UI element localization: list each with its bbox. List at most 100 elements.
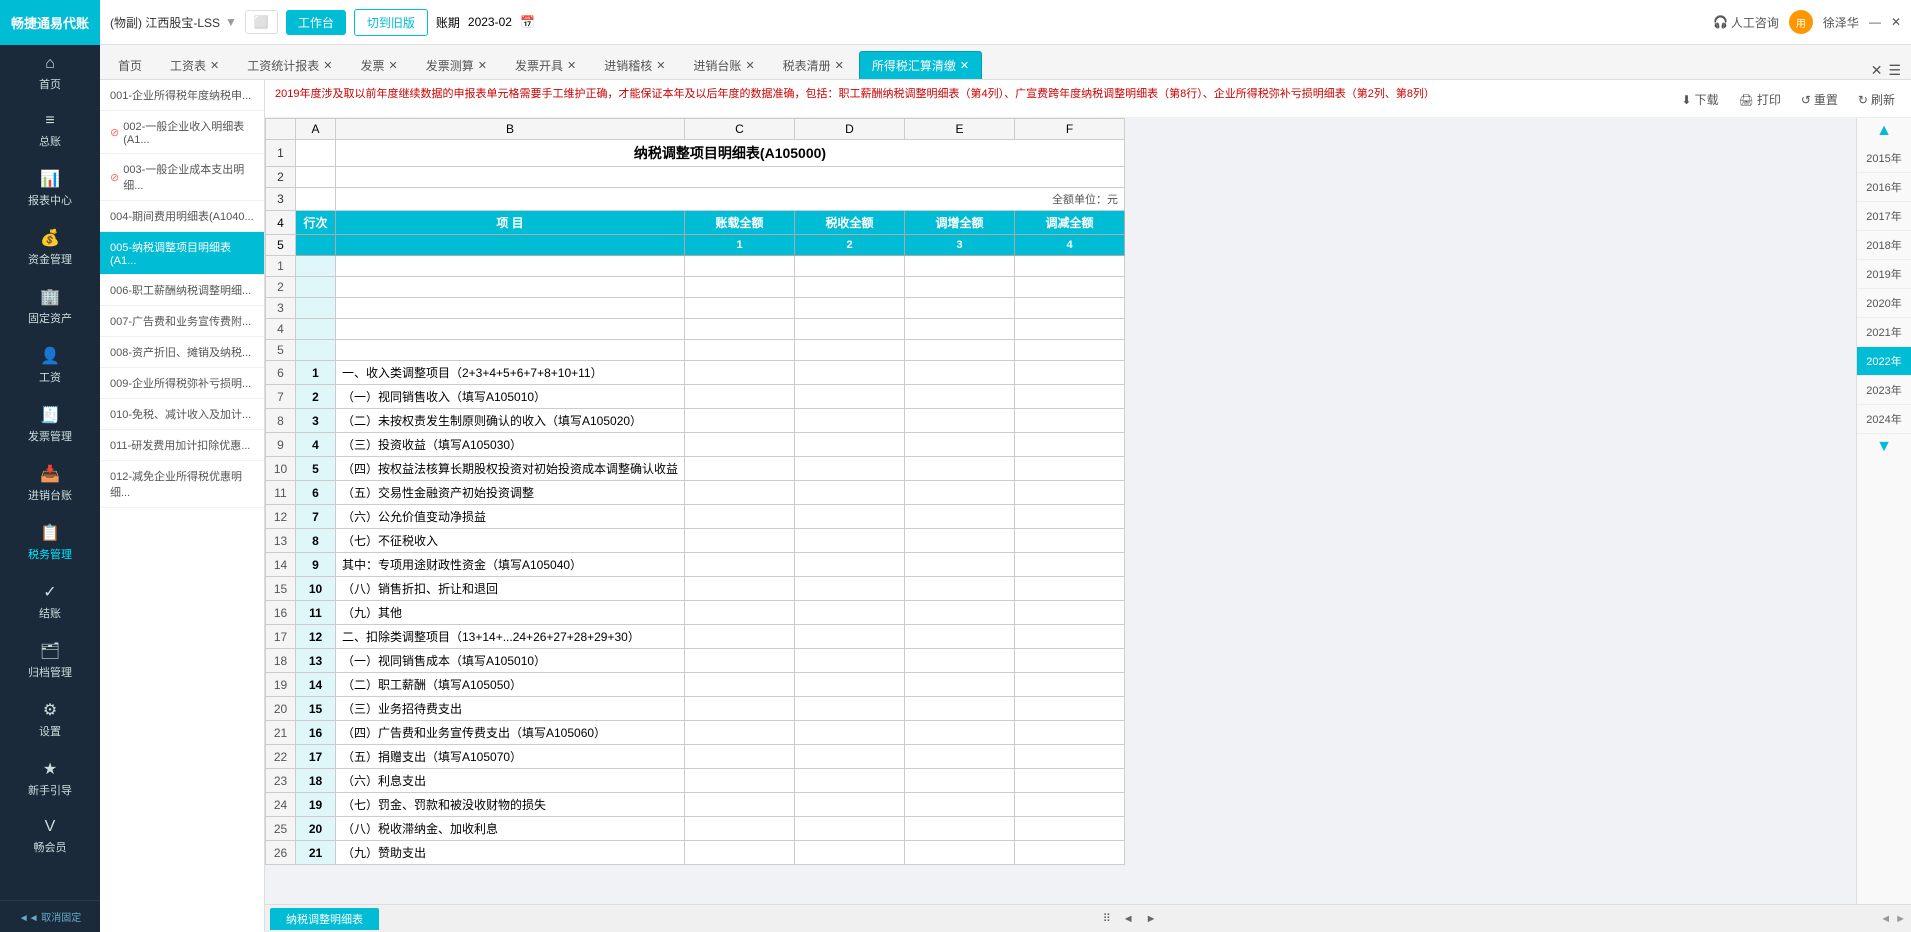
cell-c[interactable] <box>685 697 795 721</box>
tab-home[interactable]: 首页 <box>105 51 155 79</box>
cell-d[interactable] <box>795 817 905 841</box>
cell-c[interactable] <box>685 298 795 319</box>
tab-close-icon[interactable]: ✕ <box>835 59 844 72</box>
cell-c[interactable] <box>685 319 795 340</box>
left-panel-item-011[interactable]: 011-研发费用加计扣除优惠... <box>100 430 264 461</box>
cell-d[interactable] <box>795 553 905 577</box>
cell-f[interactable] <box>1015 529 1125 553</box>
nav-left[interactable]: ◄ <box>1119 911 1138 927</box>
cell-f[interactable] <box>1015 319 1125 340</box>
cell-c[interactable] <box>685 481 795 505</box>
switch-version-button[interactable]: 切到旧版 <box>354 9 428 36</box>
cell-c[interactable] <box>685 625 795 649</box>
cell-c[interactable] <box>685 340 795 361</box>
bottom-tab-item[interactable]: 纳税调整明细表 <box>270 908 379 930</box>
cell-c[interactable] <box>685 841 795 865</box>
cell-e[interactable] <box>905 385 1015 409</box>
cell-f[interactable] <box>1015 841 1125 865</box>
cell-e[interactable] <box>905 256 1015 277</box>
tab-close-icon[interactable]: ✕ <box>745 59 754 72</box>
cell-c[interactable] <box>685 817 795 841</box>
sidebar-item-tax[interactable]: 📋 税务管理 <box>0 513 100 572</box>
cell-d[interactable] <box>795 697 905 721</box>
year-2020[interactable]: 2020年 <box>1857 289 1911 318</box>
year-nav-down[interactable]: ▼ <box>1872 434 1896 460</box>
cell-c[interactable] <box>685 409 795 433</box>
cell-f[interactable] <box>1015 649 1125 673</box>
reset-button[interactable]: ↺ 重置 <box>1795 88 1844 111</box>
close-window-button[interactable]: ✕ <box>1891 15 1901 29</box>
tab-tax-clear[interactable]: 税表清册 ✕ <box>770 51 857 79</box>
cell-c[interactable] <box>685 433 795 457</box>
cell-d[interactable] <box>795 340 905 361</box>
cell-e[interactable] <box>905 625 1015 649</box>
cell-d[interactable] <box>795 481 905 505</box>
cell-d[interactable] <box>795 505 905 529</box>
year-2019[interactable]: 2019年 <box>1857 260 1911 289</box>
cell-e[interactable] <box>905 319 1015 340</box>
year-2017[interactable]: 2017年 <box>1857 202 1911 231</box>
cell-d[interactable] <box>795 721 905 745</box>
tab-close-icon[interactable]: ✕ <box>478 59 487 72</box>
cell-c[interactable] <box>685 529 795 553</box>
cell-d[interactable] <box>795 841 905 865</box>
year-2024[interactable]: 2024年 <box>1857 405 1911 434</box>
cell-c[interactable] <box>685 721 795 745</box>
year-nav-up[interactable]: ▲ <box>1872 118 1896 144</box>
left-panel-item-005[interactable]: 005-纳税调整项目明细表(A1... <box>100 232 264 275</box>
left-panel-item-002[interactable]: ⊘ 002-一般企业收入明细表(A1... <box>100 111 264 154</box>
sidebar-item-close[interactable]: ✓ 结账 <box>0 572 100 631</box>
cell-d[interactable] <box>795 298 905 319</box>
left-panel-item-008[interactable]: 008-资产折旧、摊销及纳税... <box>100 337 264 368</box>
cell-c[interactable] <box>685 745 795 769</box>
cell-e[interactable] <box>905 277 1015 298</box>
sidebar-item-home[interactable]: ⌂ 首页 <box>0 45 100 102</box>
tab-invoice[interactable]: 发票 ✕ <box>347 51 410 79</box>
sidebar-item-assets[interactable]: 🏢 固定资产 <box>0 277 100 336</box>
left-panel-item-012[interactable]: 012-减免企业所得税优惠明细... <box>100 461 264 508</box>
print-button[interactable]: 🖨 打印 <box>1733 88 1787 111</box>
cell-c[interactable] <box>685 649 795 673</box>
duplicate-icon[interactable]: ⬜ <box>245 10 278 34</box>
cell-f[interactable] <box>1015 745 1125 769</box>
left-panel-item-006[interactable]: 006-职工薪酬纳税调整明细... <box>100 275 264 306</box>
cell-e[interactable] <box>905 529 1015 553</box>
cell-f[interactable] <box>1015 697 1125 721</box>
cell-c[interactable] <box>685 256 795 277</box>
sidebar-item-capital[interactable]: 💰 资金管理 <box>0 218 100 277</box>
cell-d[interactable] <box>795 277 905 298</box>
tab-close-icon[interactable]: ✕ <box>389 59 398 72</box>
year-2021[interactable]: 2021年 <box>1857 318 1911 347</box>
unpin-button[interactable]: ◄◄ 取消固定 <box>0 900 100 932</box>
cell-f[interactable] <box>1015 769 1125 793</box>
cell-f[interactable] <box>1015 673 1125 697</box>
cell-d[interactable] <box>795 673 905 697</box>
download-button[interactable]: ⬇ 下载 <box>1676 88 1725 111</box>
cell-e[interactable] <box>905 553 1015 577</box>
tab-close-icon[interactable]: ✕ <box>656 59 665 72</box>
cell-d[interactable] <box>795 256 905 277</box>
sidebar-item-invoice[interactable]: 🧾 发票管理 <box>0 395 100 454</box>
nav-right[interactable]: ► <box>1142 911 1161 927</box>
cell-f[interactable] <box>1015 433 1125 457</box>
tab-income-tax[interactable]: 所得税汇算清缴 ✕ <box>859 51 982 79</box>
cell-d[interactable] <box>795 625 905 649</box>
cell-d[interactable] <box>795 529 905 553</box>
cell-d[interactable] <box>795 745 905 769</box>
refresh-button[interactable]: ↻ 刷新 <box>1852 88 1901 111</box>
sidebar-item-settings[interactable]: ⚙ 设置 <box>0 690 100 749</box>
cell-c[interactable] <box>685 361 795 385</box>
consult-button[interactable]: 🎧 人工咨询 <box>1713 14 1779 31</box>
year-2022[interactable]: 2022年 <box>1857 347 1911 376</box>
left-panel-item-001[interactable]: 001-企业所得税年度纳税申... <box>100 80 264 111</box>
cell-c[interactable] <box>685 505 795 529</box>
cell-e[interactable] <box>905 457 1015 481</box>
cell-c[interactable] <box>685 457 795 481</box>
cell-c[interactable] <box>685 553 795 577</box>
cell-f[interactable] <box>1015 817 1125 841</box>
cell-c[interactable] <box>685 385 795 409</box>
tab-close-icon[interactable]: ✕ <box>960 59 969 72</box>
tab-invoice-open[interactable]: 发票开具 ✕ <box>502 51 589 79</box>
sidebar-item-member[interactable]: V 畅会员 <box>0 808 100 865</box>
cell-e[interactable] <box>905 769 1015 793</box>
